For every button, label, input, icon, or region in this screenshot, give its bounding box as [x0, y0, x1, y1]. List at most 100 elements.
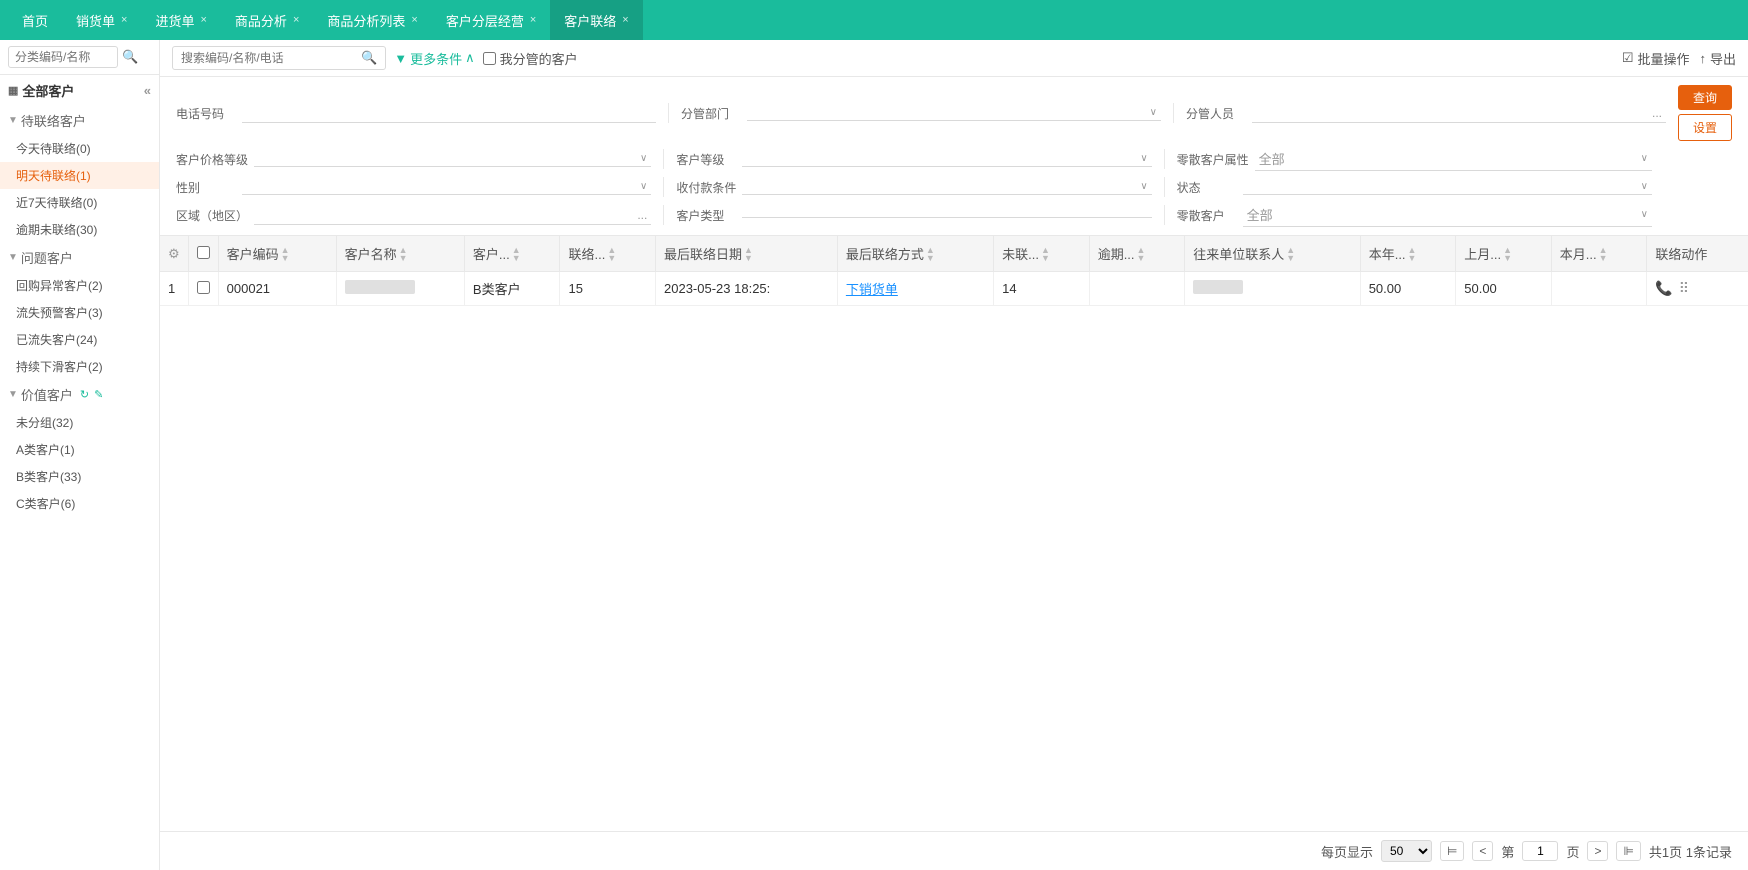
next-page-btn[interactable]: >	[1587, 841, 1608, 861]
person-dots[interactable]: ...	[1652, 106, 1662, 120]
sort-ctype-icon[interactable]: ▲▼	[512, 246, 521, 262]
filter-icon: ▼	[394, 51, 407, 66]
sidebar-item-declining[interactable]: 持续下滑客户(2)	[0, 353, 159, 380]
phone-input[interactable]	[242, 104, 656, 123]
search-input[interactable]	[181, 51, 361, 65]
sidebar-item-7days-contact[interactable]: 近7天待联络(0)	[0, 189, 159, 216]
customer-level-label: 客户等级	[676, 151, 736, 168]
person-select[interactable]: ...	[1252, 104, 1666, 123]
divider2	[1173, 103, 1174, 123]
per-page-select[interactable]: 50 20 100	[1381, 840, 1432, 862]
sidebar-item-abnormal[interactable]: 回购异常客户(2)	[0, 272, 159, 299]
gender-select[interactable]: ∨	[242, 179, 651, 195]
nav-customer-contact[interactable]: 客户联络 ×	[550, 0, 642, 40]
price-level-select[interactable]: ∨	[254, 151, 651, 167]
nav-product-analysis[interactable]: 商品分析 ×	[221, 0, 313, 40]
prev-page-btn[interactable]: <	[1472, 841, 1493, 861]
sidebar-item-a-class[interactable]: A类客户(1)	[0, 436, 159, 463]
sort-name-icon[interactable]: ▲▼	[399, 246, 408, 262]
sort-uncontact-icon[interactable]: ▲▼	[1041, 246, 1050, 262]
retail-attr-arrow: ∨	[1641, 153, 1648, 164]
cell-this-year: 50.00	[1360, 272, 1456, 306]
cell-no: 1	[160, 272, 188, 306]
sort-last-month-icon[interactable]: ▲▼	[1503, 246, 1512, 262]
pending-contact-group[interactable]: ▼ 待联络客户	[0, 106, 159, 135]
close-product-analysis-list-icon[interactable]: ×	[411, 14, 417, 26]
sidebar-item-churn-warning[interactable]: 流失预警客户(3)	[0, 299, 159, 326]
problem-customers-group[interactable]: ▼ 问题客户	[0, 243, 159, 272]
close-sales-order-icon[interactable]: ×	[121, 14, 127, 26]
reset-btn[interactable]: 设置	[1678, 114, 1732, 141]
sort-code-icon[interactable]: ▲▼	[281, 246, 290, 262]
price-level-label: 客户价格等级	[176, 151, 248, 168]
divider6	[1164, 177, 1165, 197]
sidebar-search-icon[interactable]: 🔍	[122, 49, 138, 65]
sort-method-icon[interactable]: ▲▼	[926, 246, 935, 262]
last-page-btn[interactable]: ⊫	[1616, 841, 1640, 861]
value-customers-group[interactable]: ▼ 价值客户 ↻ ✎	[0, 380, 159, 409]
region-select[interactable]: ...	[254, 206, 651, 225]
grid-icon: ▦	[8, 84, 18, 97]
sidebar-item-overdue-contact[interactable]: 逾期未联络(30)	[0, 216, 159, 243]
sidebar-item-ungrouped[interactable]: 未分组(32)	[0, 409, 159, 436]
status-select[interactable]: ∨	[1243, 179, 1652, 195]
sort-overdue-icon[interactable]: ▲▼	[1137, 246, 1146, 262]
select-all-checkbox[interactable]	[197, 246, 210, 259]
my-customers-checkbox[interactable]	[483, 52, 496, 65]
sidebar-item-tomorrow-contact[interactable]: 明天待联络(1)	[0, 162, 159, 189]
row-checkbox[interactable]	[197, 281, 210, 294]
sort-this-month-icon[interactable]: ▲▼	[1599, 246, 1608, 262]
close-customer-tier-icon[interactable]: ×	[530, 14, 536, 26]
collapse-icon[interactable]: «	[144, 83, 151, 98]
batch-operation-btn[interactable]: ☑ 批量操作	[1622, 49, 1690, 68]
customer-level-select[interactable]: ∨	[742, 151, 1151, 167]
action-phone-icon[interactable]: 📞	[1655, 280, 1672, 297]
sort-this-year-icon[interactable]: ▲▼	[1408, 246, 1417, 262]
sort-contact-person-icon[interactable]: ▲▼	[1286, 246, 1295, 262]
retail-attr-select[interactable]: 全部 ∨	[1255, 147, 1652, 171]
export-btn[interactable]: ↑ 导出	[1699, 49, 1736, 68]
status-label: 状态	[1177, 179, 1237, 196]
nav-sales-order[interactable]: 销货单 ×	[62, 0, 141, 40]
export-icon: ↑	[1699, 51, 1706, 66]
dept-select[interactable]: ∨	[747, 105, 1161, 121]
sort-date-icon[interactable]: ▲▼	[744, 246, 753, 262]
last-contact-method-link[interactable]: 下销货单	[846, 282, 898, 297]
search-button-icon[interactable]: 🔍	[361, 50, 377, 66]
action-more-icon[interactable]: ⠿	[1679, 280, 1689, 297]
all-customers-header[interactable]: ▦ 全部客户 «	[0, 75, 159, 106]
customer-type-select[interactable]	[742, 213, 1151, 218]
nav-product-analysis-list[interactable]: 商品分析列表 ×	[313, 0, 431, 40]
top-nav: 首页 销货单 × 进货单 × 商品分析 × 商品分析列表 × 客户分层经营 × …	[0, 0, 1748, 40]
query-btn[interactable]: 查询	[1678, 85, 1732, 110]
cell-last-month: 50.00	[1456, 272, 1552, 306]
my-customers-checkbox-area[interactable]: 我分管的客户	[483, 49, 578, 68]
payment-select[interactable]: ∨	[742, 179, 1151, 195]
table-row: 1 000021 B类客户 15 2023-05-23 18:25: 下销货单	[160, 272, 1748, 306]
close-product-analysis-icon[interactable]: ×	[293, 14, 299, 26]
close-purchase-order-icon[interactable]: ×	[200, 14, 206, 26]
sidebar-item-c-class[interactable]: C类客户(6)	[0, 490, 159, 517]
toolbar: 🔍 ▼ 更多条件 ∧ 我分管的客户 ☑ 批量操作 ↑ 导出	[160, 40, 1748, 77]
cell-contact-person	[1185, 272, 1360, 306]
nav-customer-tier[interactable]: 客户分层经营 ×	[432, 0, 550, 40]
sidebar-search-input[interactable]	[8, 46, 118, 68]
close-customer-contact-icon[interactable]: ×	[622, 14, 628, 26]
sidebar-item-b-class[interactable]: B类客户(33)	[0, 463, 159, 490]
filter-row-2: 客户价格等级 ∨ 客户等级 ∨ 零散客户属性	[176, 147, 1732, 171]
sort-contact-count-icon[interactable]: ▲▼	[607, 246, 616, 262]
more-filter-btn[interactable]: ▼ 更多条件 ∧	[394, 49, 474, 68]
first-page-btn[interactable]: ⊨	[1440, 841, 1464, 861]
page-number-input[interactable]	[1522, 841, 1558, 861]
filter-actions: 查询 设置	[1678, 85, 1732, 141]
sidebar-item-today-contact[interactable]: 今天待联络(0)	[0, 135, 159, 162]
main-layout: 🔍 ▦ 全部客户 « ▼ 待联络客户 今天待联络(0) 明天待联络(1) 近7天…	[0, 40, 1748, 870]
settings-icon[interactable]: ⚙	[168, 246, 180, 261]
region-dots[interactable]: ...	[637, 208, 647, 222]
filter-person: 分管人员 ...	[1186, 104, 1666, 123]
nav-purchase-order[interactable]: 进货单 ×	[141, 0, 220, 40]
sidebar-item-churned[interactable]: 已流失客户(24)	[0, 326, 159, 353]
nav-home[interactable]: 首页	[8, 0, 62, 40]
retail-select[interactable]: 全部 ∨	[1243, 203, 1652, 227]
retail-arrow: ∨	[1641, 209, 1648, 220]
